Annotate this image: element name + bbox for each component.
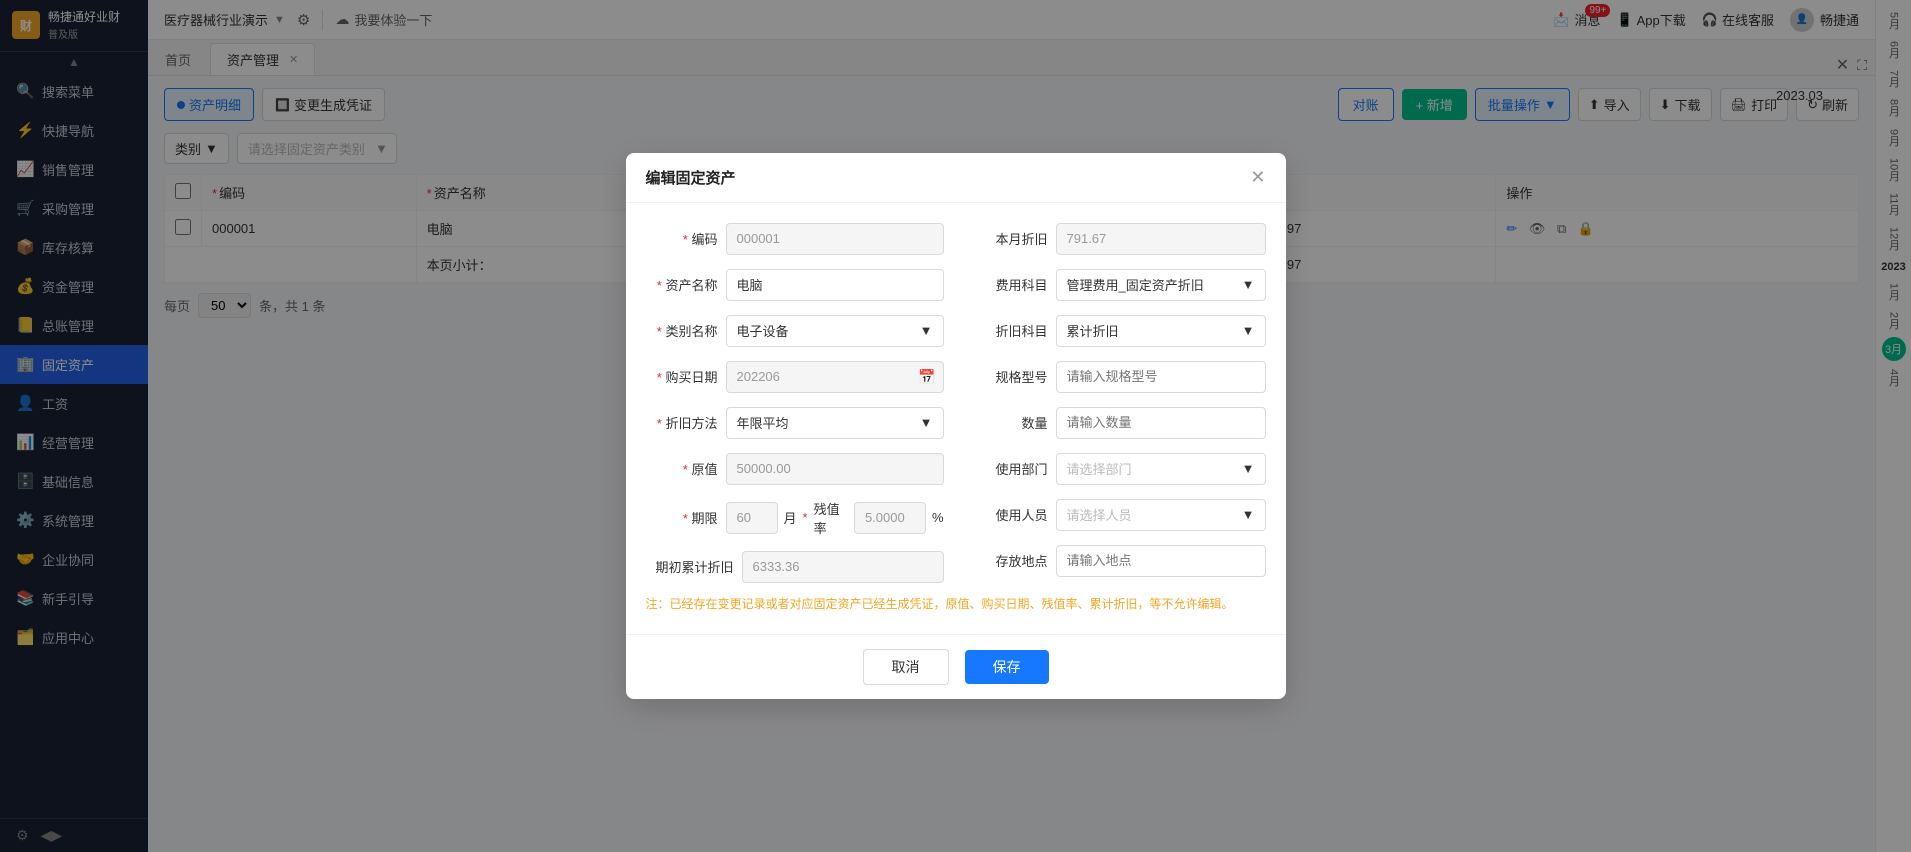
modal-header: 编辑固定资产 ✕	[626, 153, 1286, 203]
form-left: * 编码 * 资产名称 * 类别名称	[646, 223, 944, 583]
name-input[interactable]	[726, 269, 944, 301]
category-select[interactable]: 电子设备 ▼	[726, 315, 944, 347]
original-value-input[interactable]	[726, 453, 944, 485]
dep-subject-value: 累计折旧	[1067, 321, 1119, 340]
initial-dep-label: 期初累计折旧	[646, 557, 734, 576]
save-button[interactable]: 保存	[965, 650, 1049, 684]
purchase-date-input[interactable]	[726, 361, 944, 393]
spec-model-input[interactable]	[1056, 361, 1266, 393]
modal-body: * 编码 * 资产名称 * 类别名称	[626, 203, 1286, 634]
expense-subject-arrow: ▼	[1242, 277, 1255, 292]
original-value-label: * 原值	[646, 459, 718, 478]
cancel-button[interactable]: 取消	[863, 649, 949, 685]
spec-model-row: 规格型号	[968, 361, 1266, 393]
modal-note: 注：已经存在变更记录或者对应固定资产已经生成凭证，原值、购买日期、残值率、累计折…	[646, 595, 1266, 614]
dep-method-row: * 折旧方法 年限平均 ▼	[646, 407, 944, 439]
quantity-input[interactable]	[1056, 407, 1266, 439]
category-field-row: * 类别名称 电子设备 ▼	[646, 315, 944, 347]
monthly-dep-label: 本月折旧	[968, 229, 1048, 248]
code-field-row: * 编码	[646, 223, 944, 255]
storage-label: 存放地点	[968, 551, 1048, 570]
dep-method-label: * 折旧方法	[646, 413, 718, 432]
initial-dep-row: 期初累计折旧	[646, 551, 944, 583]
period-unit: 月	[784, 508, 797, 527]
edit-modal: 编辑固定资产 ✕ * 编码 * 资产名称	[626, 153, 1286, 699]
modal-close-icon[interactable]: ✕	[1250, 168, 1265, 186]
dep-subject-arrow: ▼	[1242, 323, 1255, 338]
code-input[interactable]	[726, 223, 944, 255]
category-arrow-icon: ▼	[920, 323, 933, 338]
use-dept-arrow: ▼	[1242, 461, 1255, 476]
expense-subject-value: 管理费用_固定资产折旧	[1067, 275, 1204, 294]
use-person-placeholder: 请选择人员	[1067, 505, 1132, 524]
dep-subject-label: 折旧科目	[968, 321, 1048, 340]
modal-footer: 取消 保存	[626, 634, 1286, 699]
form-right: 本月折旧 费用科目 管理费用_固定资产折旧 ▼ 折旧科目	[968, 223, 1266, 583]
monthly-dep-row: 本月折旧	[968, 223, 1266, 255]
use-dept-row: 使用部门 请选择部门 ▼	[968, 453, 1266, 485]
expense-subject-select[interactable]: 管理费用_固定资产折旧 ▼	[1056, 269, 1266, 301]
expense-subject-row: 费用科目 管理费用_固定资产折旧 ▼	[968, 269, 1266, 301]
residual-label: 残值率	[814, 499, 848, 537]
residual-star: *	[803, 510, 808, 525]
form-grid: * 编码 * 资产名称 * 类别名称	[646, 223, 1266, 583]
quantity-label: 数量	[968, 413, 1048, 432]
use-dept-placeholder: 请选择部门	[1067, 459, 1132, 478]
name-field-row: * 资产名称	[646, 269, 944, 301]
percent-sign: %	[932, 510, 944, 525]
purchase-date-wrap: 📅	[726, 361, 944, 393]
use-person-row: 使用人员 请选择人员 ▼	[968, 499, 1266, 531]
quantity-row: 数量	[968, 407, 1266, 439]
code-label: * 编码	[646, 229, 718, 248]
period-input[interactable]	[726, 502, 778, 534]
category-value: 电子设备	[737, 321, 789, 340]
modal-overlay[interactable]: 编辑固定资产 ✕ * 编码 * 资产名称	[0, 0, 1911, 852]
period-residual-fields: 月 * 残值率 %	[726, 499, 944, 537]
original-value-row: * 原值	[646, 453, 944, 485]
initial-dep-input[interactable]	[742, 551, 944, 583]
purchase-date-label: * 购买日期	[646, 367, 718, 386]
dep-method-value: 年限平均	[737, 413, 789, 432]
use-person-label: 使用人员	[968, 505, 1048, 524]
dep-method-arrow: ▼	[920, 415, 933, 430]
dep-subject-select[interactable]: 累计折旧 ▼	[1056, 315, 1266, 347]
use-dept-label: 使用部门	[968, 459, 1048, 478]
name-label: * 资产名称	[646, 275, 718, 294]
period-residual-row: * 期限 月 * 残值率 %	[646, 499, 944, 537]
purchase-date-row: * 购买日期 📅	[646, 361, 944, 393]
period-label: * 期限	[646, 508, 718, 527]
storage-row: 存放地点	[968, 545, 1266, 577]
residual-input[interactable]	[854, 502, 926, 534]
use-person-arrow: ▼	[1242, 507, 1255, 522]
storage-input[interactable]	[1056, 545, 1266, 577]
spec-model-label: 规格型号	[968, 367, 1048, 386]
use-person-select[interactable]: 请选择人员 ▼	[1056, 499, 1266, 531]
dep-method-select[interactable]: 年限平均 ▼	[726, 407, 944, 439]
category-label: * 类别名称	[646, 321, 718, 340]
use-dept-select[interactable]: 请选择部门 ▼	[1056, 453, 1266, 485]
monthly-dep-input[interactable]	[1056, 223, 1266, 255]
dep-subject-row: 折旧科目 累计折旧 ▼	[968, 315, 1266, 347]
expense-subject-label: 费用科目	[968, 275, 1048, 294]
modal-title: 编辑固定资产	[646, 167, 736, 188]
